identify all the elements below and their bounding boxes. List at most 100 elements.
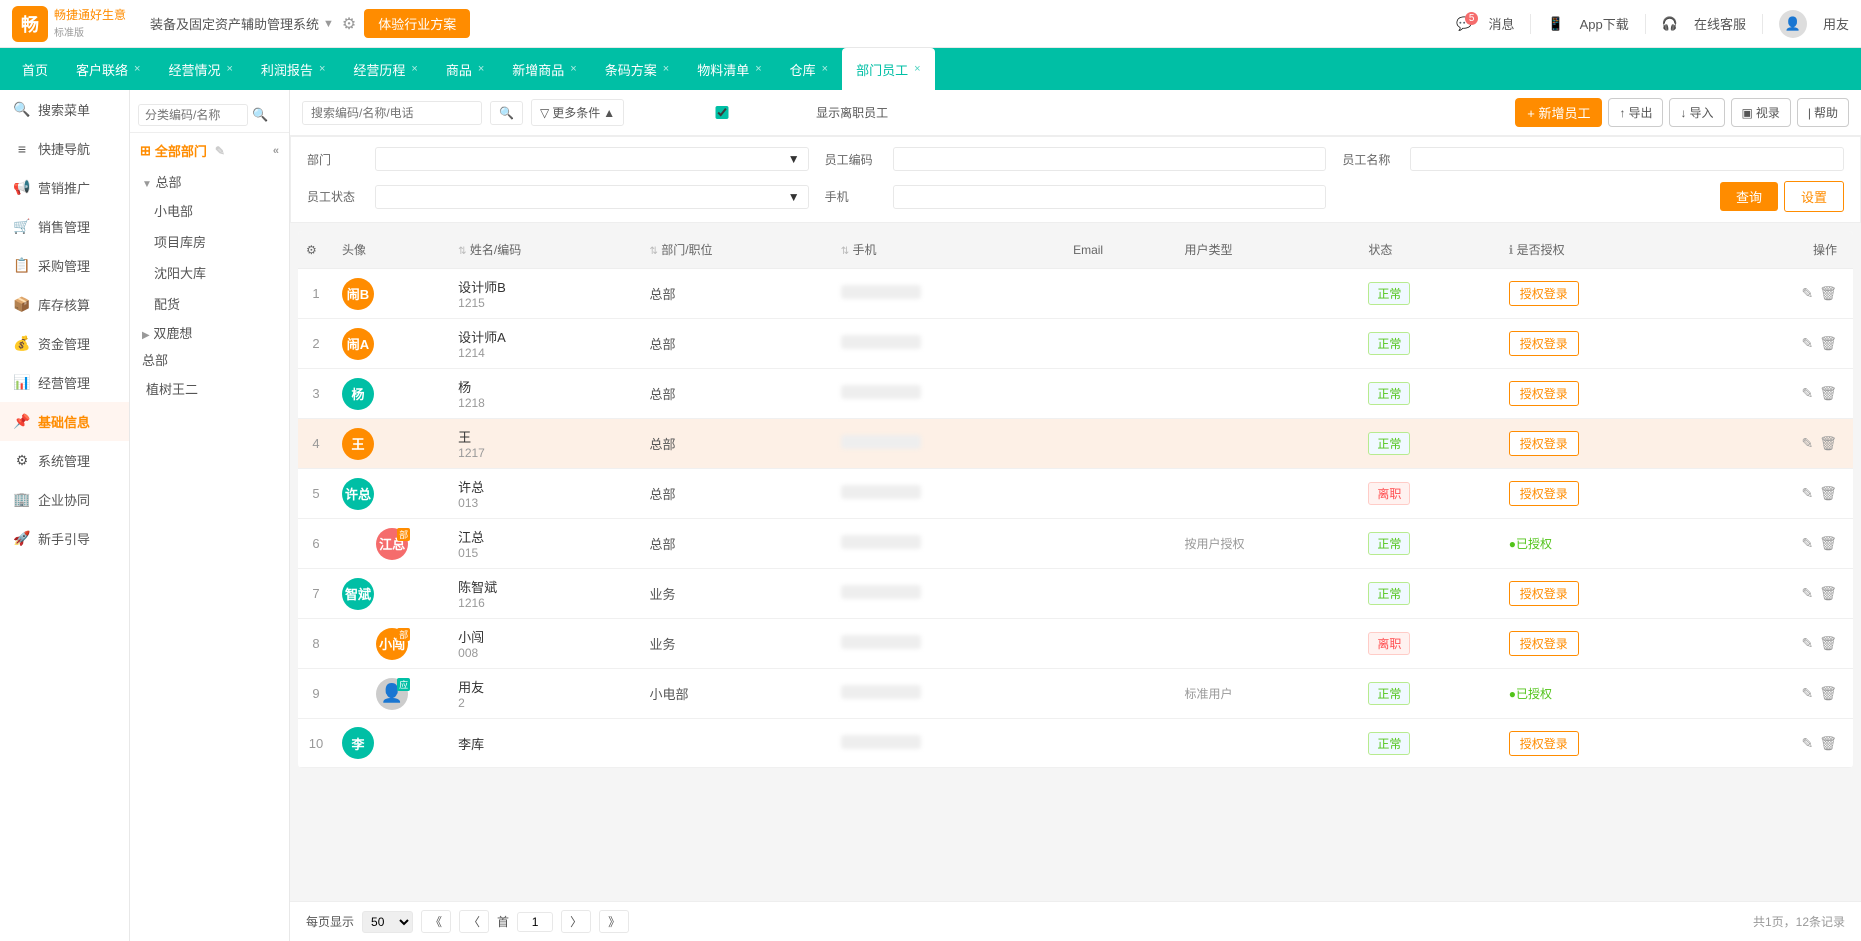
import-btn[interactable]: ↓ 导入 — [1669, 98, 1724, 127]
edit-btn[interactable]: ✎ — [1801, 685, 1813, 702]
close-icon[interactable]: × — [478, 63, 484, 75]
per-page-select[interactable]: 50 100 — [362, 911, 413, 933]
set-btn[interactable]: 设置 — [1784, 181, 1844, 212]
page-number-input[interactable] — [517, 912, 553, 932]
tab-goods[interactable]: 商品 × — [432, 48, 498, 90]
delete-btn[interactable]: 🗑 — [1819, 285, 1837, 302]
auth-btn[interactable]: 授权登录 — [1509, 631, 1579, 656]
emp-name-input[interactable] — [1410, 147, 1844, 171]
view-btn[interactable]: ▣ 视录 — [1731, 98, 1791, 127]
more-conditions-btn[interactable]: ▽ 更多条件 ▲ — [531, 99, 624, 126]
resigned-checkbox-input[interactable] — [632, 106, 812, 119]
dept-item-xiaodian[interactable]: 小电部 — [130, 195, 289, 226]
emp-code-input[interactable] — [893, 147, 1327, 171]
close-icon[interactable]: × — [411, 63, 417, 75]
sys-title-dropdown[interactable]: ▼ — [323, 18, 334, 30]
search-btn[interactable]: 🔍 — [490, 101, 523, 125]
collapse-icon[interactable]: « — [273, 145, 279, 157]
show-resigned-checkbox[interactable]: 显示离职员工 — [632, 104, 888, 121]
edit-icon[interactable]: ✎ — [215, 144, 225, 158]
auth-btn[interactable]: 授权登录 — [1509, 431, 1579, 456]
search-input[interactable] — [302, 101, 482, 125]
sidebar-item-ops[interactable]: 📊 经营管理 — [0, 363, 129, 402]
edit-btn[interactable]: ✎ — [1801, 535, 1813, 552]
sidebar-item-basicinfo[interactable]: 📌 基础信息 — [0, 402, 129, 441]
tab-ops-status[interactable]: 经营情况 × — [154, 48, 246, 90]
delete-btn[interactable]: 🗑 — [1819, 535, 1837, 552]
sidebar-item-purchase[interactable]: 📋 采购管理 — [0, 246, 129, 285]
next-page-btn[interactable]: 〉 — [561, 910, 591, 933]
dept-group-zongbu[interactable]: ▼ 总部 — [130, 168, 289, 195]
auth-btn[interactable]: 授权登录 — [1509, 281, 1579, 306]
sort-icon-phone[interactable]: ⇅ — [841, 246, 849, 257]
edit-btn[interactable]: ✎ — [1801, 435, 1813, 452]
tab-barcode[interactable]: 条码方案 × — [591, 48, 683, 90]
query-btn[interactable]: 查询 — [1720, 182, 1778, 211]
dept-select[interactable]: ▼ — [375, 147, 809, 171]
close-icon[interactable]: × — [570, 63, 576, 75]
service-label[interactable]: 在线客服 — [1694, 14, 1746, 33]
sidebar-item-finance[interactable]: 💰 资金管理 — [0, 324, 129, 363]
last-page-btn[interactable]: 》 — [599, 910, 629, 933]
tab-history[interactable]: 经营历程 × — [339, 48, 431, 90]
tab-add-goods[interactable]: 新增商品 × — [498, 48, 590, 90]
tab-bom[interactable]: 物料清单 × — [683, 48, 775, 90]
close-icon[interactable]: × — [319, 63, 325, 75]
auth-btn[interactable]: 授权登录 — [1509, 581, 1579, 606]
delete-btn[interactable]: 🗑 — [1819, 735, 1837, 752]
tab-customer[interactable]: 客户联络 × — [62, 48, 154, 90]
delete-btn[interactable]: 🗑 — [1819, 685, 1837, 702]
first-page-btn[interactable]: 《 — [421, 910, 451, 933]
msg-label[interactable]: 消息 — [1488, 14, 1514, 33]
close-icon[interactable]: × — [134, 63, 140, 75]
delete-btn[interactable]: 🗑 — [1819, 435, 1837, 452]
dept-item-shenyang[interactable]: 沈阳大库 — [130, 257, 289, 288]
sidebar-item-guide[interactable]: 🚀 新手引导 — [0, 519, 129, 558]
delete-btn[interactable]: 🗑 — [1819, 635, 1837, 652]
auth-btn[interactable]: 授权登录 — [1509, 381, 1579, 406]
tab-warehouse[interactable]: 仓库 × — [776, 48, 842, 90]
edit-btn[interactable]: ✎ — [1801, 285, 1813, 302]
edit-btn[interactable]: ✎ — [1801, 585, 1813, 602]
edit-btn[interactable]: ✎ — [1801, 635, 1813, 652]
dept-item-peihuo[interactable]: 配货 — [130, 288, 289, 319]
close-icon[interactable]: × — [663, 63, 669, 75]
close-icon[interactable]: × — [822, 63, 828, 75]
user-avatar[interactable]: 👤 — [1779, 10, 1807, 38]
close-icon[interactable]: × — [914, 63, 920, 75]
tab-dept-staff[interactable]: 部门员工 × — [842, 48, 934, 90]
delete-btn[interactable]: 🗑 — [1819, 485, 1837, 502]
auth-btn[interactable]: 授权登录 — [1509, 331, 1579, 356]
edit-btn[interactable]: ✎ — [1801, 335, 1813, 352]
help-btn[interactable]: | 帮助 — [1797, 98, 1849, 127]
prev-page-btn[interactable]: 〈 — [459, 910, 489, 933]
user-label[interactable]: 用友 — [1823, 14, 1849, 33]
sidebar-item-quicknav[interactable]: ≡ 快捷导航 — [0, 129, 129, 168]
settings-icon[interactable]: ⚙ — [306, 243, 317, 257]
auth-btn[interactable]: 授权登录 — [1509, 481, 1579, 506]
sidebar-item-search[interactable]: 🔍 搜索菜单 — [0, 90, 129, 129]
msg-icon-area[interactable]: 💬 5 — [1456, 16, 1472, 32]
add-employee-btn[interactable]: + 新增员工 — [1515, 98, 1602, 127]
close-icon[interactable]: × — [755, 63, 761, 75]
delete-btn[interactable]: 🗑 — [1819, 585, 1837, 602]
sidebar-item-inventory[interactable]: 📦 库存核算 — [0, 285, 129, 324]
sidebar-item-marketing[interactable]: 📢 营销推广 — [0, 168, 129, 207]
delete-btn[interactable]: 🗑 — [1819, 335, 1837, 352]
gear-icon[interactable]: ⚙ — [342, 14, 356, 34]
tab-home[interactable]: 首页 — [8, 48, 62, 90]
dept-search-input[interactable] — [138, 104, 248, 126]
auth-btn[interactable]: 授权登录 — [1509, 731, 1579, 756]
dept-group-shuangluxiang[interactable]: ▶ 双鹿想 — [130, 319, 289, 346]
tab-profit[interactable]: 利润报告 × — [247, 48, 339, 90]
edit-btn[interactable]: ✎ — [1801, 735, 1813, 752]
sort-icon-name[interactable]: ⇅ — [458, 246, 466, 257]
dept-item-zhishu[interactable]: 植树王二 — [130, 373, 289, 404]
dept-item-xiangmu[interactable]: 项目库房 — [130, 226, 289, 257]
all-dept-label[interactable]: 全部部门 — [155, 141, 207, 160]
emp-status-select[interactable]: ▼ — [375, 185, 809, 209]
sort-icon-dept[interactable]: ⇅ — [649, 246, 657, 257]
sidebar-item-corp[interactable]: 🏢 企业协同 — [0, 480, 129, 519]
dept-group-zongbu2[interactable]: 总部 — [130, 346, 289, 373]
export-btn[interactable]: ↑ 导出 — [1608, 98, 1663, 127]
